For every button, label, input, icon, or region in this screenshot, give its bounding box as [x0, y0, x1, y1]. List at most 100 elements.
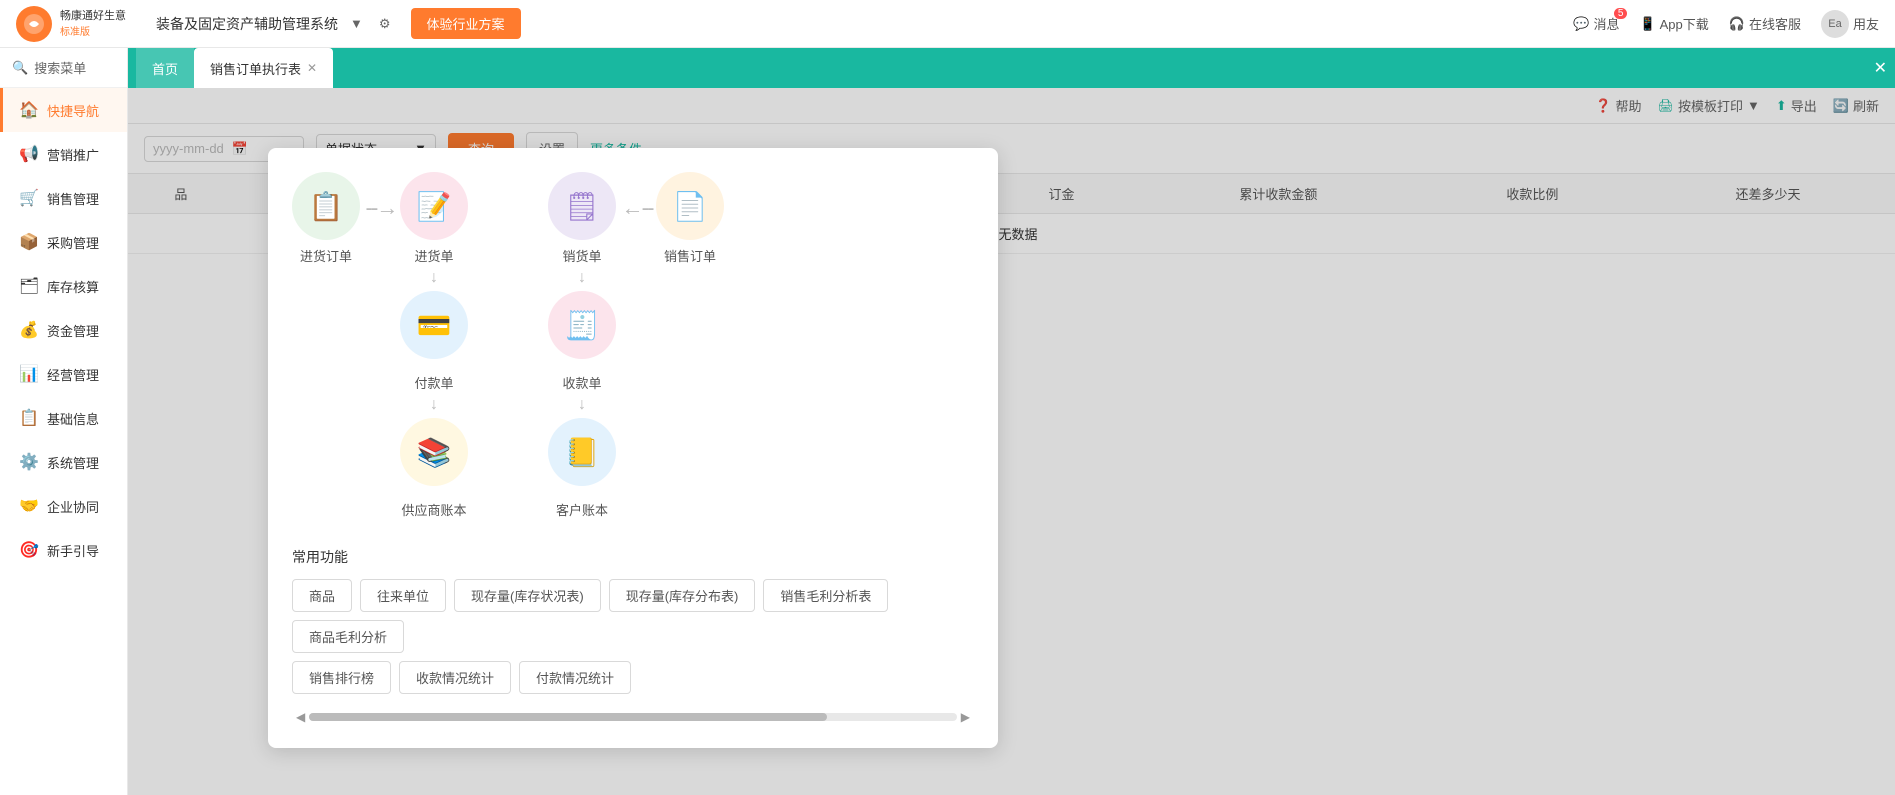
sidebar: 🔍 搜索菜单 🏠 快捷导航 📢 营销推广 🛒 销售管理 📦 采购管理 🗂 — [0, 48, 128, 795]
marketing-icon: 📢 — [19, 144, 39, 164]
online-service-item[interactable]: 🎧 在线客服 — [1729, 14, 1801, 33]
flow-node-customer-ledger[interactable]: 📒 客户账本 — [548, 418, 616, 519]
flow-node-purchase-order[interactable]: 📋 — [292, 172, 360, 240]
inventory-icon: 🗂 — [19, 276, 39, 296]
sales-order-icon: 📄 — [673, 190, 708, 223]
payment-label: 付款单 — [414, 367, 453, 392]
customer-ledger-label: 客户账本 — [556, 494, 608, 519]
arrow-down-pay: ↓ — [430, 392, 438, 418]
arrow-down-sb: ↓ — [578, 265, 586, 291]
supplier-ledger-icon: 📚 — [417, 436, 452, 469]
modal-box: 📋 - - → 📝 — [268, 148, 998, 748]
sidebar-item-sales[interactable]: 🛒 销售管理 — [0, 176, 127, 220]
func-btn-product-profit[interactable]: 商品毛利分析 — [292, 620, 404, 653]
purchase-bill-label: 进货单 — [414, 240, 453, 265]
dropdown-icon[interactable]: ▼ — [350, 16, 363, 31]
flow-node-purchase-bill[interactable]: 📝 — [400, 172, 468, 240]
sidebar-item-marketing[interactable]: 📢 营销推广 — [0, 132, 127, 176]
func-btn-sales-rank[interactable]: 销售排行榜 — [292, 661, 391, 694]
modal-overlay: 📋 - - → 📝 — [128, 88, 1895, 795]
message-icon: 💬 — [1573, 16, 1589, 32]
flow-node-sales-bill[interactable]: 🗒 — [548, 172, 616, 240]
sales-order-label: 销售订单 — [664, 240, 716, 265]
func-btn-partner[interactable]: 往来单位 — [360, 579, 446, 612]
func-btn-stock-status[interactable]: 现存量(库存状况表) — [454, 579, 601, 612]
page-content: ❓ 帮助 🖨 按模板打印 ▼ ⬆ 导出 🔄 刷新 — [128, 88, 1895, 795]
purchase-order-circle: 📋 — [292, 172, 360, 240]
func-btn-receipt-stats[interactable]: 收款情况统计 — [399, 661, 511, 694]
logo-icon — [16, 6, 52, 42]
flow-node-supplier-ledger[interactable]: 📚 供应商账本 — [400, 418, 468, 519]
search-icon: 🔍 — [12, 60, 28, 76]
scrollbar-right-arrow[interactable]: ▶ — [957, 710, 974, 724]
purchase-label: 采购管理 — [47, 233, 99, 252]
system-title: 装备及固定资产辅助管理系统 — [156, 14, 338, 34]
search-label: 搜索菜单 — [34, 58, 86, 77]
sidebar-item-quick-nav[interactable]: 🏠 快捷导航 — [0, 88, 127, 132]
flow-node-sales-order[interactable]: 📄 — [656, 172, 724, 240]
arrow-down-rec: ↓ — [578, 392, 586, 418]
sidebar-item-basic-info[interactable]: 📋 基础信息 — [0, 396, 127, 440]
operation-icon: 📊 — [19, 364, 39, 384]
common-functions: 常用功能 商品 往来单位 现存量(库存状况表) 现存量(库存分布表) 销售毛利分… — [292, 547, 974, 694]
tab-sales-order[interactable]: 销售订单执行表 ✕ — [194, 48, 333, 88]
service-icon: 🎧 — [1729, 16, 1745, 32]
sidebar-item-inventory[interactable]: 🗂 库存核算 — [0, 264, 127, 308]
tab-bar-close-icon[interactable]: ✕ — [1874, 58, 1887, 78]
payment-circle: 💳 — [400, 291, 468, 359]
payment-icon: 💳 — [417, 309, 452, 342]
gear-icon[interactable]: ⚙ — [379, 16, 391, 32]
func-btn-sales-profit[interactable]: 销售毛利分析表 — [763, 579, 888, 612]
logo-text-area: 畅康通好生意 标准版 — [60, 9, 126, 38]
flow-diagram: 📋 - - → 📝 — [292, 172, 974, 519]
flow-node-receipt[interactable]: 🧾 收款单 — [548, 291, 616, 392]
receipt-icon: 🧾 — [565, 309, 600, 342]
quick-nav-icon: 🏠 — [19, 100, 39, 120]
message-badge: 5 — [1614, 8, 1628, 19]
sidebar-item-operation[interactable]: 📊 经营管理 — [0, 352, 127, 396]
receipt-label: 收款单 — [562, 367, 601, 392]
newbie-label: 新手引导 — [47, 541, 99, 560]
app-download-item[interactable]: 📱 App下载 — [1639, 14, 1708, 33]
mobile-icon: 📱 — [1639, 16, 1655, 32]
message-item[interactable]: 💬 消息 5 — [1573, 14, 1619, 33]
sidebar-item-purchase[interactable]: 📦 采购管理 — [0, 220, 127, 264]
flow-node-payment[interactable]: 💳 付款单 — [400, 291, 468, 392]
sidebar-item-enterprise[interactable]: 🤝 企业协同 — [0, 484, 127, 528]
scrollbar-left-arrow[interactable]: ◀ — [292, 710, 309, 724]
receipt-circle: 🧾 — [548, 291, 616, 359]
sales-bill-label: 销货单 — [562, 240, 601, 265]
func-btn-stock-dist[interactable]: 现存量(库存分布表) — [609, 579, 756, 612]
purchase-bill-icon: 📝 — [417, 190, 452, 223]
purchase-bill-circle: 📝 — [400, 172, 468, 240]
customer-ledger-circle: 📒 — [548, 418, 616, 486]
sidebar-search[interactable]: 🔍 搜索菜单 — [0, 48, 127, 88]
common-functions-title: 常用功能 — [292, 547, 974, 567]
sales-order-tab-label: 销售订单执行表 — [210, 59, 301, 78]
purchase-icon: 📦 — [19, 232, 39, 252]
app-download-label: App下载 — [1660, 14, 1709, 33]
trial-button[interactable]: 体验行业方案 — [411, 8, 521, 39]
sidebar-item-system[interactable]: ⚙️ 系统管理 — [0, 440, 127, 484]
user-item[interactable]: Ea 用友 — [1821, 10, 1879, 38]
sidebar-item-newbie[interactable]: 🎯 新手引导 — [0, 528, 127, 572]
logo-main-text: 畅康通好生意 — [60, 9, 126, 23]
customer-ledger-icon: 📒 — [565, 436, 600, 469]
purchase-order-icon: 📋 — [309, 190, 344, 223]
arrow-po-pb: - - → — [360, 191, 400, 221]
sidebar-item-finance[interactable]: 💰 资金管理 — [0, 308, 127, 352]
newbie-icon: 🎯 — [19, 540, 39, 560]
scrollbar-track[interactable] — [309, 713, 957, 721]
system-label: 系统管理 — [47, 453, 99, 472]
main-body: 🔍 搜索菜单 🏠 快捷导航 📢 营销推广 🛒 销售管理 📦 采购管理 🗂 — [0, 48, 1895, 795]
purchase-order-label: 进货订单 — [300, 240, 352, 265]
enterprise-label: 企业协同 — [47, 497, 99, 516]
func-btn-product[interactable]: 商品 — [292, 579, 352, 612]
func-buttons-row2: 销售排行榜 收款情况统计 付款情况统计 — [292, 661, 974, 694]
basic-info-label: 基础信息 — [47, 409, 99, 428]
sales-bill-icon: 🗒 — [564, 190, 600, 223]
tab-home[interactable]: 首页 — [136, 48, 194, 88]
func-btn-payment-stats[interactable]: 付款情况统计 — [519, 661, 631, 694]
quick-nav-label: 快捷导航 — [47, 101, 99, 120]
tab-close-icon[interactable]: ✕ — [307, 61, 317, 75]
